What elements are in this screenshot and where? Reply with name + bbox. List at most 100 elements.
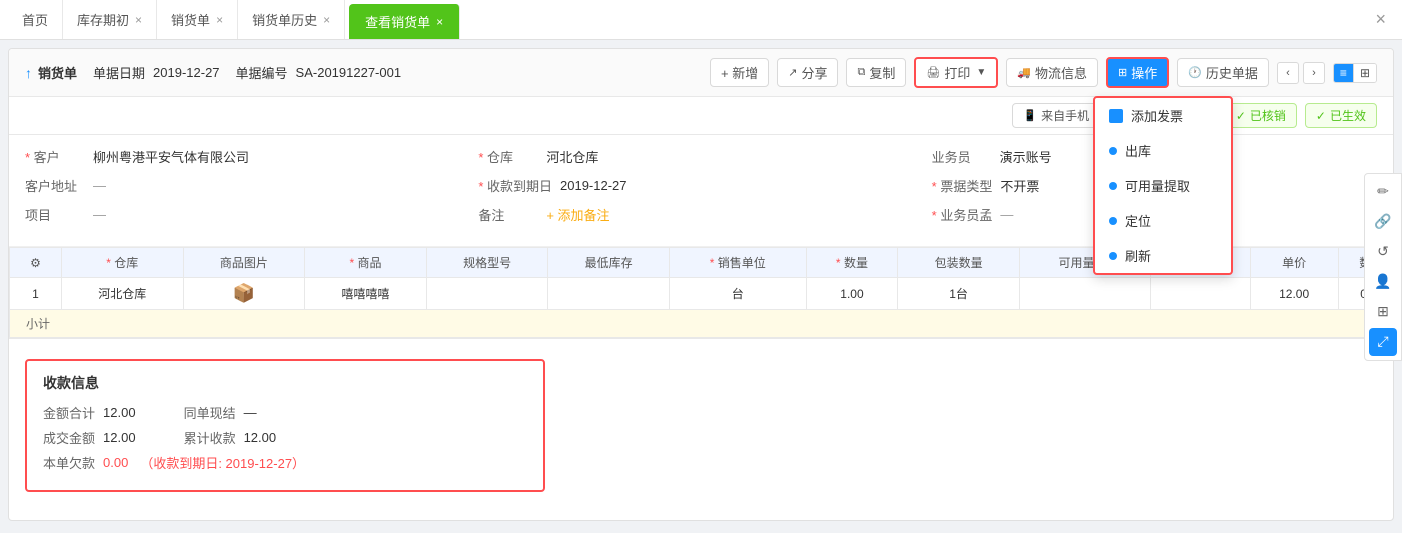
doc-number-label: 单据编号 [236, 63, 288, 82]
staff2-label: 业务员孟 [932, 205, 993, 224]
nav-arrows: ‹ › [1277, 62, 1325, 84]
history-button[interactable]: 🕐 历史单据 [1177, 58, 1269, 87]
doc-date-value: 2019-12-27 [153, 65, 220, 80]
sidebar-refresh-icon[interactable]: ↺ [1369, 238, 1397, 266]
tab-view-sales[interactable]: 查看销货单 × [349, 4, 460, 39]
col-qty: 数量 [806, 248, 898, 278]
cumulative-receipt-label: 累计收款 [184, 428, 236, 447]
current-debt-label: 本单欠款 [43, 453, 95, 472]
payment-date-field: 收款到期日 2019-12-27 [478, 176, 923, 195]
payment-box: 收款信息 金额合计 12.00 同单现结 — 成交金额 12.00 累计收款 [25, 359, 545, 492]
view-list[interactable]: ≡ [1334, 64, 1354, 82]
copy-button[interactable]: ⧉ 复制 [846, 58, 906, 87]
project-value: — [93, 207, 106, 222]
row-min-stock [548, 278, 670, 310]
col-settings[interactable]: ⚙ [10, 248, 62, 278]
same-order-settle-value: — [244, 405, 257, 420]
address-value: — [93, 178, 106, 193]
subtotal-row: 小计 [10, 310, 1393, 338]
logistics-button[interactable]: 🚚 物流信息 [1006, 58, 1098, 87]
tab-sales-history-close[interactable]: × [323, 13, 330, 27]
address-field: 客户地址 — [25, 176, 470, 195]
view-toggle: ≡ ⊞ [1333, 63, 1377, 83]
same-order-settle-label: 同单现结 [184, 403, 236, 422]
locate-icon [1109, 217, 1117, 225]
doc-type-icon: ↑ [25, 65, 32, 81]
trade-amount-field: 成交金额 12.00 [43, 428, 136, 447]
doc-title: ↑ 销货单 [25, 63, 77, 82]
sidebar-link-icon[interactable]: 🔗 [1369, 208, 1397, 236]
dropdown-add-invoice[interactable]: 添加发票 [1095, 98, 1231, 133]
customer-label: 客户 [25, 147, 85, 166]
project-field: 项目 — [25, 205, 470, 224]
tab-sales-order[interactable]: 销货单 × [157, 0, 238, 39]
col-spec: 规格型号 [426, 248, 548, 278]
payment-row-2: 成交金额 12.00 累计收款 12.00 [43, 428, 527, 447]
warehouse-value: 河北仓库 [546, 147, 598, 166]
view-grid[interactable]: ⊞ [1354, 64, 1376, 82]
tab-sales-order-close[interactable]: × [216, 13, 223, 27]
current-debt-value: 0.00 [103, 455, 128, 470]
tab-inventory-init-close[interactable]: × [135, 13, 142, 27]
payment-date-value: 2019-12-27 [560, 178, 627, 193]
col-warehouse: 仓库 [61, 248, 183, 278]
tab-bar-close[interactable]: × [1367, 9, 1394, 30]
sidebar-expand-icon[interactable]: ⤢ [1369, 328, 1397, 356]
dropdown-locate[interactable]: 定位 [1095, 203, 1231, 238]
add-invoice-icon [1109, 109, 1123, 123]
dropdown-ship-out[interactable]: 出库 [1095, 133, 1231, 168]
share-button[interactable]: ↗ 分享 [777, 58, 838, 87]
doc-number-value: SA-20191227-001 [296, 65, 402, 80]
staff-value: 演示账号 [1000, 147, 1052, 166]
tab-sales-order-label: 销货单 [171, 10, 210, 29]
new-button[interactable]: + 新增 [710, 58, 769, 87]
from-phone-btn[interactable]: 📱 来自手机 [1012, 103, 1100, 128]
doc-date-label: 单据日期 [93, 63, 145, 82]
ticket-type-label: 票据类型 [932, 176, 993, 195]
refresh-icon [1109, 252, 1117, 260]
sidebar-user-icon[interactable]: 👤 [1369, 268, 1397, 296]
note-label: 备注 [478, 205, 538, 224]
table-row: 1 河北仓库 📦 嘻嘻嘻嘻 台 1.00 1台 12.00 0. [10, 278, 1393, 310]
main-content: ↑ 销货单 单据日期 2019-12-27 单据编号 SA-20191227-0… [8, 48, 1394, 521]
tab-view-sales-close[interactable]: × [436, 15, 443, 29]
dropdown-available-qty[interactable]: 可用量提取 [1095, 168, 1231, 203]
already-verified-btn[interactable]: ✓ 已核销 [1225, 103, 1297, 128]
col-image: 商品图片 [183, 248, 305, 278]
tab-view-sales-label: 查看销货单 [365, 12, 430, 31]
row-spec [426, 278, 548, 310]
tab-sales-history[interactable]: 销货单历史 × [238, 0, 345, 39]
print-button[interactable]: 🖨 打印 ▼ [914, 57, 998, 88]
sidebar-table-icon[interactable]: ⊞ [1369, 298, 1397, 326]
tab-inventory-init[interactable]: 库存期初 × [63, 0, 157, 39]
row-product: 嘻嘻嘻嘻 [305, 278, 427, 310]
payment-section: 收款信息 金额合计 12.00 同单现结 — 成交金额 12.00 累计收款 [9, 339, 1393, 520]
operations-button[interactable]: ⊞ 操作 [1106, 57, 1169, 88]
project-label: 项目 [25, 205, 85, 224]
staff2-value: — [1000, 207, 1013, 222]
sidebar-edit-icon[interactable]: ✏ [1369, 178, 1397, 206]
nav-prev[interactable]: ‹ [1277, 62, 1299, 84]
total-amount-field: 金额合计 12.00 [43, 403, 136, 422]
row-index: 1 [10, 278, 62, 310]
trade-amount-value: 12.00 [103, 430, 136, 445]
current-debt-suffix: （收款到期日: 2019-12-27） [140, 453, 305, 472]
customer-value: 柳州粤港平安气体有限公司 [93, 147, 249, 166]
current-debt-field: 本单欠款 0.00 （收款到期日: 2019-12-27） [43, 453, 305, 472]
tab-home[interactable]: 首页 [8, 0, 63, 39]
note-field: 备注 + 添加备注 [478, 205, 923, 224]
dropdown-refresh[interactable]: 刷新 [1095, 238, 1231, 273]
doc-meta-date: 单据日期 2019-12-27 [93, 63, 220, 82]
staff-label: 业务员 [932, 147, 992, 166]
ship-out-icon [1109, 147, 1117, 155]
trade-amount-label: 成交金额 [43, 428, 95, 447]
add-note-button[interactable]: + 添加备注 [546, 205, 609, 224]
toolbar: + 新增 ↗ 分享 ⧉ 复制 🖨 打印 ▼ 🚚 物流信息 [710, 57, 1377, 88]
nav-next[interactable]: › [1303, 62, 1325, 84]
operations-dropdown: 添加发票 出库 可用量提取 定位 刷新 [1093, 96, 1233, 275]
row-unit-price: 12.00 [1250, 278, 1338, 310]
doc-type-label: 销货单 [38, 63, 77, 82]
already-effective-btn[interactable]: ✓ 已生效 [1305, 103, 1377, 128]
tab-bar: 首页 库存期初 × 销货单 × 销货单历史 × 查看销货单 × × [0, 0, 1402, 40]
available-qty-icon [1109, 182, 1117, 190]
